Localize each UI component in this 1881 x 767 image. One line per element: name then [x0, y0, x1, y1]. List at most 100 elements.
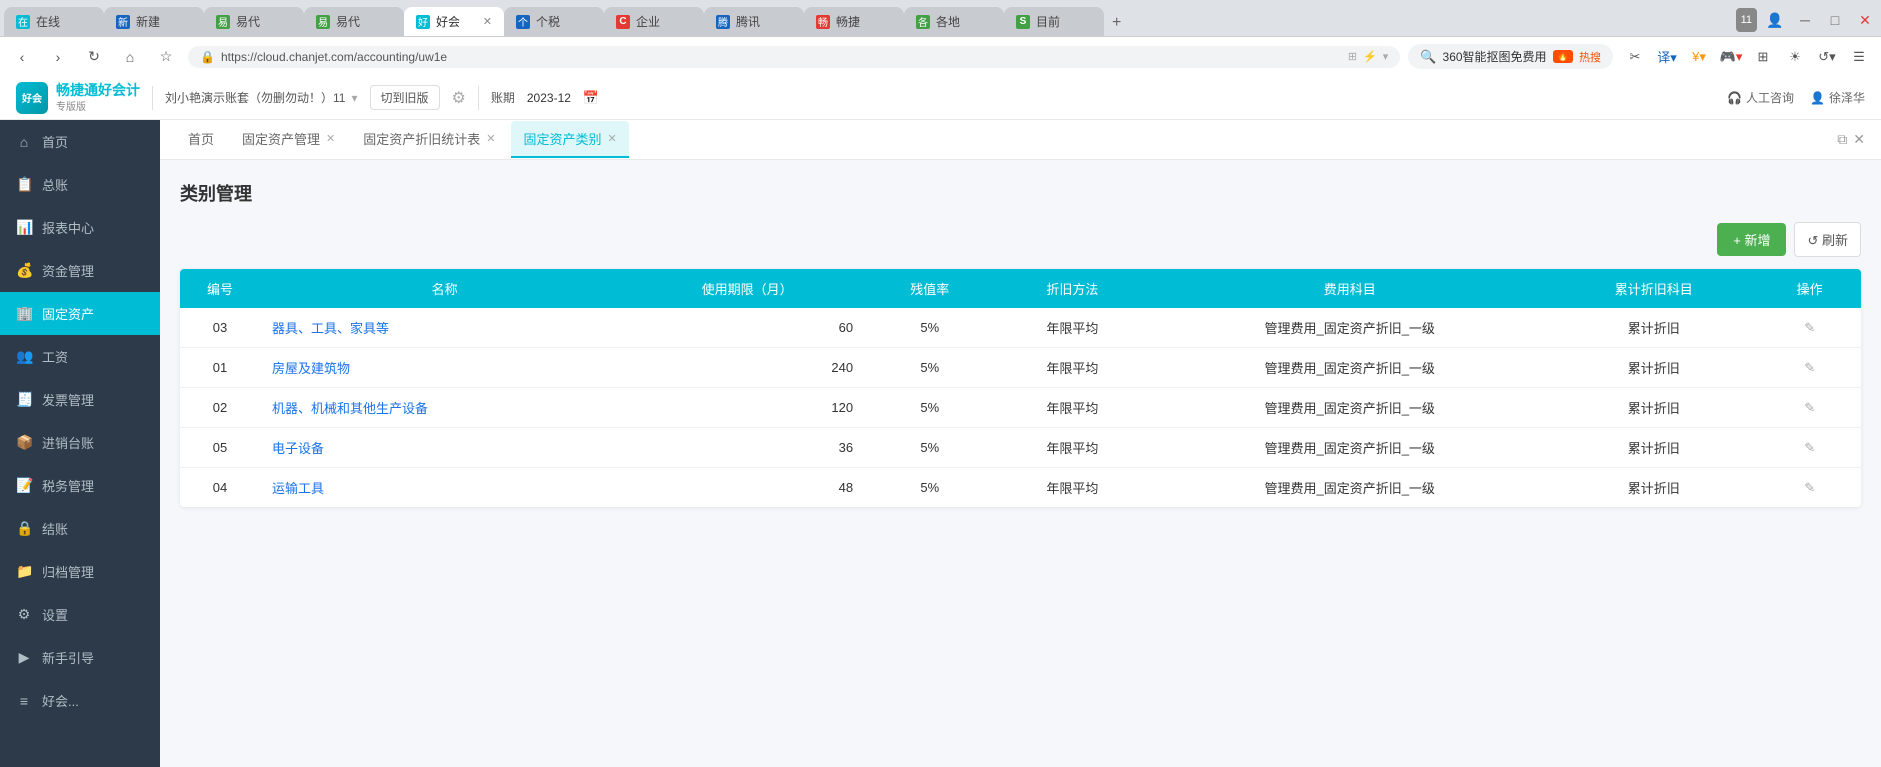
user-profile-button[interactable]: 👤 徐泽华	[1810, 89, 1865, 106]
wallet-icon[interactable]: ¥▾	[1685, 43, 1713, 71]
content-area: 首页 固定资产管理 ✕ 固定资产折旧统计表 ✕ 固定资产类别 ✕ ⧉ ✕	[160, 120, 1881, 767]
calendar-icon[interactable]: 📅	[583, 90, 599, 106]
edit-button[interactable]: ✎	[1804, 320, 1815, 335]
browser-tab-mq[interactable]: S 目前	[1004, 7, 1104, 36]
tab-title-tencent: 腾讯	[736, 13, 792, 30]
menu-icon[interactable]: ☰	[1845, 43, 1873, 71]
sidebar: ⌂ 首页 📋 总账 📊 报表中心 💰 资金管理 🏢 固定资产 👥 工资	[0, 120, 160, 767]
col-header-name: 名称	[260, 269, 629, 308]
edit-button[interactable]: ✎	[1804, 360, 1815, 375]
tab-category[interactable]: 固定资产类别 ✕	[511, 121, 628, 158]
tab-close-category[interactable]: ✕	[608, 132, 617, 145]
sidebar-item-home[interactable]: ⌂ 首页	[0, 120, 160, 163]
url-copy-icon: ⊞	[1348, 50, 1357, 63]
cell-action: ✎	[1758, 348, 1861, 388]
cell-name[interactable]: 运输工具	[260, 468, 629, 508]
window-restore-icon[interactable]: ⧉	[1837, 131, 1847, 148]
translate-icon[interactable]: 译▾	[1653, 43, 1681, 71]
sidebar-item-closing[interactable]: 🔒 结账	[0, 507, 160, 550]
customer-service-button[interactable]: 🎧 人工咨询	[1727, 89, 1794, 106]
browser-tab-haohui[interactable]: 好 好会 ✕	[404, 7, 504, 36]
brightness-icon[interactable]: ☀	[1781, 43, 1809, 71]
sidebar-label-funds: 资金管理	[42, 261, 94, 280]
sidebar-item-guide[interactable]: ▶ 新手引导	[0, 636, 160, 679]
sidebar-item-funds[interactable]: 💰 资金管理	[0, 249, 160, 292]
switch-version-button[interactable]: 切到旧版	[370, 85, 440, 110]
browser-tab-gedi[interactable]: 各 各地	[904, 7, 1004, 36]
tab-title-mq: 目前	[1036, 13, 1092, 30]
app-name: 畅捷通好会计	[56, 82, 140, 99]
back-button[interactable]: ‹	[8, 43, 36, 71]
cell-code: 03	[180, 308, 260, 348]
sidebar-item-tax[interactable]: 📝 税务管理	[0, 464, 160, 507]
home-button[interactable]: ⌂	[116, 43, 144, 71]
browser-tab-online[interactable]: 在 在线	[4, 7, 104, 36]
window-close-icon[interactable]: ✕	[1853, 131, 1865, 148]
new-tab-button[interactable]: +	[1104, 10, 1129, 36]
cell-name[interactable]: 电子设备	[260, 428, 629, 468]
edit-button[interactable]: ✎	[1804, 400, 1815, 415]
tab-depreciation[interactable]: 固定资产折旧统计表 ✕	[351, 121, 507, 158]
inventory-icon: 📦	[16, 434, 32, 451]
browser-tab-new[interactable]: 新 新建	[104, 7, 204, 36]
cell-name[interactable]: 房屋及建筑物	[260, 348, 629, 388]
cut-icon[interactable]: ✂	[1621, 43, 1649, 71]
browser-tab-enterprise[interactable]: C 企业	[604, 7, 704, 36]
browser-tab-tax[interactable]: 个 个税	[504, 7, 604, 36]
forward-button[interactable]: ›	[44, 43, 72, 71]
tab-count-badge[interactable]: 11	[1736, 8, 1757, 32]
cell-name[interactable]: 器具、工具、家具等	[260, 308, 629, 348]
url-boost-icon: ⚡	[1363, 50, 1377, 63]
edit-button[interactable]: ✎	[1804, 440, 1815, 455]
sidebar-label-closing: 结账	[42, 519, 68, 538]
add-category-button[interactable]: + 新增	[1717, 223, 1786, 256]
cell-name[interactable]: 机器、机械和其他生产设备	[260, 388, 629, 428]
tab-label-depreciation: 固定资产折旧统计表	[363, 129, 480, 148]
sidebar-item-ledger[interactable]: 📋 总账	[0, 163, 160, 206]
sidebar-label-fixed-assets: 固定资产	[42, 304, 94, 323]
tab-title-gedi: 各地	[936, 13, 992, 30]
tab-close-depreciation[interactable]: ✕	[486, 132, 495, 145]
tab-fixed-assets-manage[interactable]: 固定资产管理 ✕	[230, 121, 347, 158]
refresh-button[interactable]: ↺ 刷新	[1794, 222, 1861, 257]
tab-title-haohui: 好会	[436, 13, 477, 30]
browser-tab-yida2[interactable]: 易 易代	[304, 7, 404, 36]
tab-close-fixed-assets-manage[interactable]: ✕	[326, 132, 335, 145]
sidebar-item-archive[interactable]: 📁 归档管理	[0, 550, 160, 593]
sidebar-item-invoices[interactable]: 🧾 发票管理	[0, 378, 160, 421]
grid-icon[interactable]: ⊞	[1749, 43, 1777, 71]
sidebar-label-ledger: 总账	[42, 175, 68, 194]
table-header-row: 编号 名称 使用期限（月） 残值率 折旧方法 费用科目 累计折旧科目 操作	[180, 269, 1861, 308]
sidebar-item-inventory[interactable]: 📦 进销台账	[0, 421, 160, 464]
header-user-info[interactable]: 刘小艳演示账套（勿删勿动！）11 ▾	[165, 89, 358, 106]
tab-close-haohui[interactable]: ✕	[483, 15, 492, 28]
maximize-button[interactable]: □	[1823, 8, 1847, 32]
sidebar-item-payroll[interactable]: 👥 工资	[0, 335, 160, 378]
tab-favicon-yida1: 易	[216, 15, 230, 29]
close-window-button[interactable]: ✕	[1853, 8, 1877, 32]
sidebar-item-more[interactable]: ≡ 好会...	[0, 679, 160, 722]
minimize-button[interactable]: ─	[1793, 8, 1817, 32]
col-header-expense: 费用科目	[1150, 269, 1549, 308]
bookmark-button[interactable]: ☆	[152, 43, 180, 71]
col-header-method: 折旧方法	[994, 269, 1150, 308]
browser-tab-changjie[interactable]: 畅 畅捷	[804, 7, 904, 36]
game-icon[interactable]: 🎮▾	[1717, 43, 1745, 71]
tab-profile-icon[interactable]: 👤	[1763, 8, 1787, 32]
tab-favicon-yida2: 易	[316, 15, 330, 29]
settings-icon-header[interactable]: ⚙	[452, 88, 466, 108]
sidebar-label-invoices: 发票管理	[42, 390, 94, 409]
reload-button[interactable]: ↻	[80, 43, 108, 71]
address-bar: ‹ › ↻ ⌂ ☆ 🔒 https://cloud.chanjet.com/ac…	[0, 36, 1881, 76]
cell-residual: 5%	[865, 308, 994, 348]
sidebar-item-settings[interactable]: ⚙ 设置	[0, 593, 160, 636]
url-bar[interactable]: 🔒 https://cloud.chanjet.com/accounting/u…	[188, 46, 1400, 68]
browser-tab-tencent[interactable]: 腾 腾讯	[704, 7, 804, 36]
history-icon[interactable]: ↺▾	[1813, 43, 1841, 71]
sidebar-item-reports[interactable]: 📊 报表中心	[0, 206, 160, 249]
sidebar-item-fixed-assets[interactable]: 🏢 固定资产	[0, 292, 160, 335]
edit-button[interactable]: ✎	[1804, 480, 1815, 495]
browser-tab-yida1[interactable]: 易 易代	[204, 7, 304, 36]
search-bar[interactable]: 🔍 360智能抠图免费用 🔥 热搜	[1408, 44, 1613, 69]
tab-home[interactable]: 首页	[176, 121, 226, 158]
